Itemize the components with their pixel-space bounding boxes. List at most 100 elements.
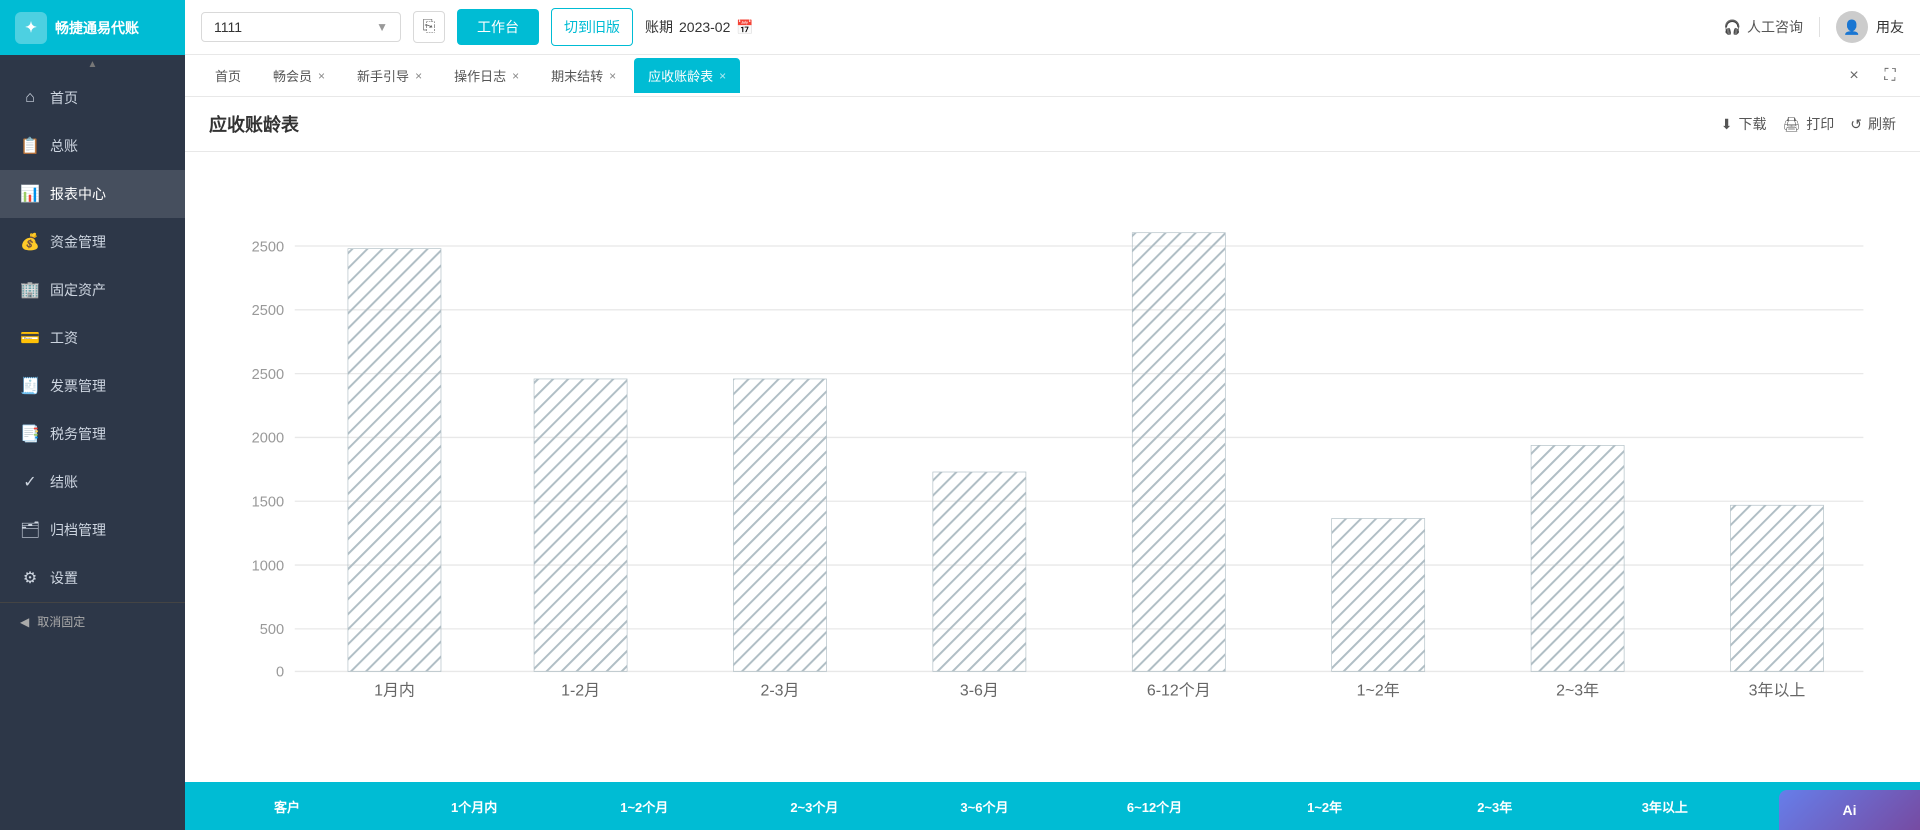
sidebar-item-label: 报表中心 xyxy=(50,184,106,204)
sidebar-item-label: 设置 xyxy=(50,568,78,588)
help-label: 人工咨询 xyxy=(1747,17,1803,37)
tab-membership[interactable]: 畅会员 × xyxy=(259,58,339,93)
copy-icon: ⎘ xyxy=(423,18,436,36)
table-header-col-8: 3年以上 xyxy=(1580,797,1750,816)
tab-label: 新手引导 xyxy=(357,66,409,85)
topbar-right: 🎧 人工咨询 👤 用友 xyxy=(1724,11,1904,43)
svg-text:2-3月: 2-3月 xyxy=(760,682,799,699)
invoice-icon: 🧾 xyxy=(20,376,40,396)
sidebar-item-label: 税务管理 xyxy=(50,424,106,444)
salary-icon: 💳 xyxy=(20,328,40,348)
tab-oplog[interactable]: 操作日志 × xyxy=(440,58,533,93)
close-tab-button[interactable]: × xyxy=(1840,62,1868,90)
tab-home[interactable]: 首页 xyxy=(201,58,255,93)
svg-text:1500: 1500 xyxy=(252,495,285,511)
svg-text:0: 0 xyxy=(276,665,284,681)
tab-close-oplog[interactable]: × xyxy=(512,69,519,83)
avatar-icon: 👤 xyxy=(1843,19,1860,36)
tab-label: 应收账龄表 xyxy=(648,66,713,85)
download-icon: ⬇ xyxy=(1721,116,1733,133)
svg-text:2000: 2000 xyxy=(252,431,285,447)
sidebar-item-funds[interactable]: 💰 资金管理 xyxy=(0,218,185,266)
sidebar-item-settle[interactable]: ✓ 结账 xyxy=(0,458,185,506)
tab-label: 操作日志 xyxy=(454,66,506,85)
switch-version-button[interactable]: 切到旧版 xyxy=(551,8,633,46)
tab-label: 首页 xyxy=(215,66,241,85)
ledger-icon: 📋 xyxy=(20,136,40,156)
copy-button[interactable]: ⎘ xyxy=(413,11,445,43)
tab-close-aging[interactable]: × xyxy=(719,69,726,83)
table-header-col-1: 1个月内 xyxy=(389,797,559,816)
scroll-up-indicator: ▲ xyxy=(0,55,185,74)
tab-period-close[interactable]: 期末结转 × xyxy=(537,58,630,93)
funds-icon: 💰 xyxy=(20,232,40,252)
company-dropdown-icon: ▼ xyxy=(376,20,388,34)
svg-text:500: 500 xyxy=(260,622,284,638)
svg-text:3年以上: 3年以上 xyxy=(1749,681,1806,699)
reports-icon: 📊 xyxy=(20,184,40,204)
sidebar-item-home[interactable]: ⌂ 首页 xyxy=(0,74,185,122)
tab-close-period-close[interactable]: × xyxy=(609,69,616,83)
logo-text: 畅捷通易代账 xyxy=(55,18,139,38)
svg-text:2~3年: 2~3年 xyxy=(1556,681,1599,699)
sidebar-item-archive[interactable]: 🗂 归档管理 xyxy=(0,506,185,554)
archive-icon: 🗂 xyxy=(20,520,40,540)
assets-icon: 🏢 xyxy=(20,280,40,300)
table-header-col-6: 1~2年 xyxy=(1240,797,1410,816)
user-menu[interactable]: 👤 用友 xyxy=(1836,11,1904,43)
maximize-button[interactable]: ⛶ xyxy=(1876,62,1904,90)
chart-container: 2500 2500 2500 2000 1500 1000 500 0 1月内 xyxy=(185,152,1920,782)
tab-guide[interactable]: 新手引导 × xyxy=(343,58,436,93)
sidebar-item-invoice[interactable]: 🧾 发票管理 xyxy=(0,362,185,410)
help-button[interactable]: 🎧 人工咨询 xyxy=(1724,17,1803,37)
user-name: 用友 xyxy=(1876,17,1904,37)
tab-close-guide[interactable]: × xyxy=(415,69,422,83)
period-prefix: 账期 xyxy=(645,17,673,37)
download-button[interactable]: ⬇ 下载 xyxy=(1721,114,1767,134)
cancel-fixed-label: 取消固定 xyxy=(37,613,85,630)
settings-icon: ⚙ xyxy=(20,568,40,588)
sidebar-item-assets[interactable]: 🏢 固定资产 xyxy=(0,266,185,314)
table-header-col-4: 3~6个月 xyxy=(899,797,1069,816)
print-icon: 🖨 xyxy=(1782,116,1800,133)
tab-close-membership[interactable]: × xyxy=(318,69,325,83)
table-header-row: 客户1个月内1~2个月2~3个月3~6个月6~12个月1~2年2~3年3年以上合… xyxy=(185,782,1920,830)
sidebar-item-label: 归档管理 xyxy=(50,520,106,540)
cancel-fixed-btn[interactable]: ◀ 取消固定 xyxy=(0,602,185,640)
svg-text:6-12个月: 6-12个月 xyxy=(1147,681,1211,699)
sidebar-item-tax[interactable]: 📑 税务管理 xyxy=(0,410,185,458)
sidebar-item-settings[interactable]: ⚙ 设置 xyxy=(0,554,185,602)
page-title: 应收账龄表 xyxy=(209,111,299,137)
sidebar-item-label: 总账 xyxy=(50,136,78,156)
aging-chart: 2500 2500 2500 2000 1500 1000 500 0 1月内 xyxy=(215,172,1890,772)
ai-assistant-button[interactable]: Ai xyxy=(1779,790,1920,830)
tab-label: 畅会员 xyxy=(273,66,312,85)
topbar: 1111 ▼ ⎘ 工作台 切到旧版 账期 2023-02 📅 🎧 人工咨询 👤 … xyxy=(185,0,1920,55)
headset-icon: 🎧 xyxy=(1724,19,1741,36)
svg-text:1~2年: 1~2年 xyxy=(1357,681,1400,699)
sidebar: ✦ 畅捷通易代账 ▲ ⌂ 首页 📋 总账 📊 报表中心 💰 资金管理 🏢 固定资… xyxy=(0,0,185,830)
print-label: 打印 xyxy=(1806,114,1834,134)
calendar-icon[interactable]: 📅 xyxy=(736,19,753,36)
table-header-col-0: 客户 xyxy=(185,797,389,816)
tab-label: 期末结转 xyxy=(551,66,603,85)
svg-text:2500: 2500 xyxy=(252,367,285,383)
sidebar-item-label: 结账 xyxy=(50,472,78,492)
refresh-button[interactable]: ↺ 刷新 xyxy=(1850,114,1896,134)
divider xyxy=(1819,17,1820,37)
sidebar-item-salary[interactable]: 💳 工资 xyxy=(0,314,185,362)
print-button[interactable]: 🖨 打印 xyxy=(1782,114,1834,134)
svg-text:3-6月: 3-6月 xyxy=(960,682,999,699)
sidebar-item-label: 工资 xyxy=(50,328,78,348)
company-selector[interactable]: 1111 ▼ xyxy=(201,12,401,42)
download-label: 下载 xyxy=(1738,114,1766,134)
svg-text:2500: 2500 xyxy=(252,303,285,319)
period-value: 2023-02 xyxy=(679,19,730,35)
tab-aging[interactable]: 应收账龄表 × xyxy=(634,58,740,93)
main-area: 1111 ▼ ⎘ 工作台 切到旧版 账期 2023-02 📅 🎧 人工咨询 👤 … xyxy=(185,0,1920,830)
tab-bar: 首页 畅会员 × 新手引导 × 操作日志 × 期末结转 × 应收账龄表 × × ⛶ xyxy=(185,55,1920,97)
sidebar-item-reports[interactable]: 📊 报表中心 xyxy=(0,170,185,218)
workbench-button[interactable]: 工作台 xyxy=(457,9,539,45)
sidebar-item-ledger[interactable]: 📋 总账 xyxy=(0,122,185,170)
settle-icon: ✓ xyxy=(20,472,40,492)
